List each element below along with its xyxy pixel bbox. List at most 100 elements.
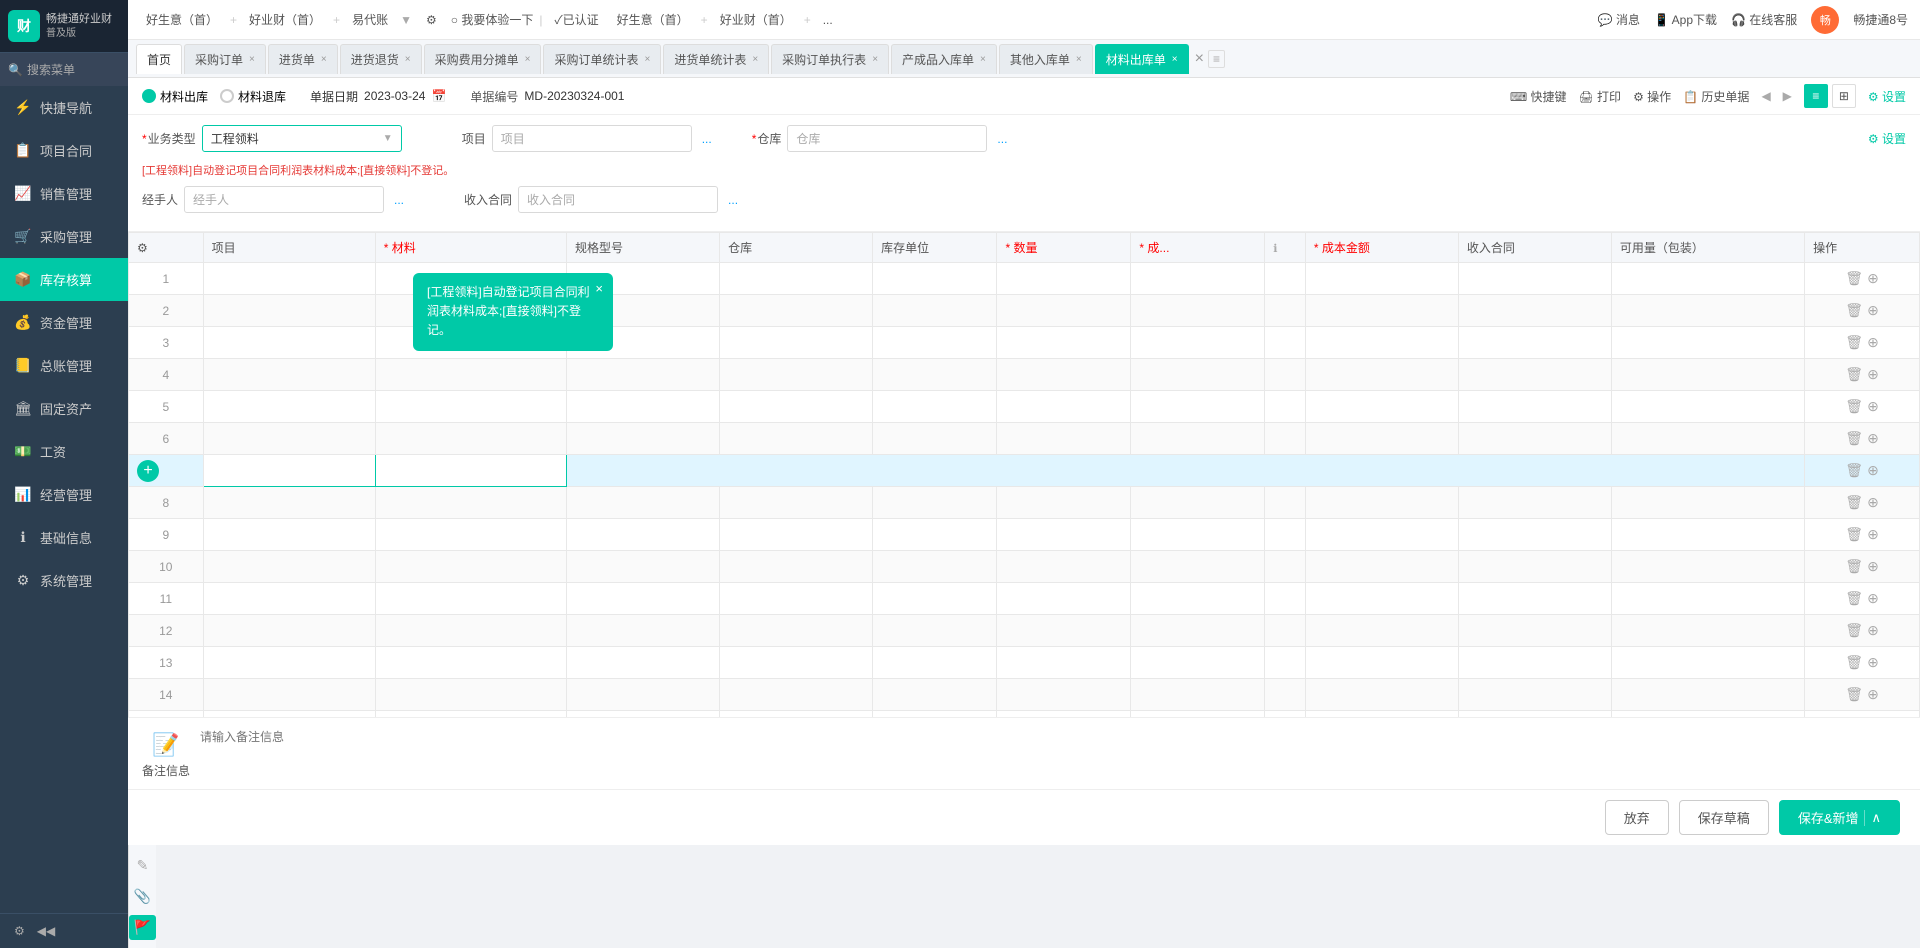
delete-row-btn[interactable]: 🗑 — [1845, 654, 1863, 671]
nav-hsy2[interactable]: 好生意（首） — [611, 9, 695, 30]
add-row-btn[interactable]: + — [137, 460, 159, 482]
tab-close-inbound[interactable]: × — [321, 54, 327, 65]
column-settings-btn[interactable]: ⚙ 设置 — [1868, 88, 1906, 105]
delete-row-btn[interactable]: 🗑 — [1845, 270, 1863, 287]
copy-row-btn[interactable]: ⊕ — [1867, 270, 1879, 287]
sidebar-item-finance[interactable]: 💰 资金管理 — [0, 301, 128, 344]
tab-more-btn[interactable]: ≡ — [1208, 50, 1225, 68]
tab-close-purchase-expense[interactable]: × — [525, 54, 531, 65]
edit-panel-icon[interactable]: ✎ — [133, 853, 153, 878]
copy-row-btn[interactable]: ⊕ — [1867, 590, 1879, 607]
copy-row-btn[interactable]: ⊕ — [1867, 334, 1879, 351]
delete-row-btn[interactable]: 🗑 — [1845, 366, 1863, 383]
copy-row-btn[interactable]: ⊕ — [1867, 526, 1879, 543]
income-contract-input[interactable]: 收入合同 — [518, 186, 718, 213]
sidebar-settings-icon[interactable]: ⚙ — [14, 924, 25, 938]
online-service-btn[interactable]: 🎧 在线客服 — [1731, 11, 1797, 28]
sidebar-item-ops[interactable]: 📊 经营管理 — [0, 473, 128, 516]
warehouse-input[interactable]: 仓库 — [787, 125, 987, 152]
project-more-btn[interactable]: ... — [702, 132, 712, 146]
nav-dropdown-btn[interactable]: ▼ — [400, 13, 412, 27]
copy-row-btn[interactable]: ⊕ — [1867, 686, 1879, 703]
tab-purchase-exec[interactable]: 采购订单执行表 × — [771, 44, 889, 74]
col-header-settings[interactable]: ⚙ — [129, 233, 204, 263]
discard-button[interactable]: 放弃 — [1605, 800, 1669, 835]
user-avatar[interactable]: 畅 — [1811, 6, 1839, 34]
delete-row-btn[interactable]: 🗑 — [1845, 334, 1863, 351]
sidebar-item-ledger[interactable]: 📒 总账管理 — [0, 344, 128, 387]
row-unit[interactable] — [873, 263, 997, 295]
grid-view-btn[interactable]: ⊞ — [1832, 84, 1856, 108]
sidebar-collapse-btn[interactable]: ◀◀ — [37, 924, 55, 938]
copy-row-btn[interactable]: ⊕ — [1867, 398, 1879, 415]
copy-row-btn[interactable]: ⊕ — [1867, 462, 1879, 479]
copy-row-btn[interactable]: ⊕ — [1867, 366, 1879, 383]
tooltip-close-btn[interactable]: × — [595, 279, 603, 300]
radio-material-out[interactable]: 材料出库 — [142, 88, 208, 105]
delete-row-btn[interactable]: 🗑 — [1845, 526, 1863, 543]
business-type-input[interactable]: 工程领料 ▼ — [202, 125, 402, 152]
warehouse-more-btn[interactable]: ... — [997, 132, 1007, 146]
attach-panel-icon[interactable]: 📎 — [130, 884, 155, 909]
tab-finished-goods[interactable]: 产成品入库单 × — [891, 44, 997, 74]
tab-other-inbound[interactable]: 其他入库单 × — [999, 44, 1093, 74]
nav-ydz[interactable]: 易代账 — [346, 9, 394, 30]
delete-row-btn[interactable]: 🗑 — [1845, 398, 1863, 415]
copy-row-btn[interactable]: ⊕ — [1867, 622, 1879, 639]
tab-inbound[interactable]: 进货单 × — [268, 44, 338, 74]
delete-row-btn[interactable]: 🗑 — [1845, 686, 1863, 703]
copy-row-btn[interactable]: ⊕ — [1867, 494, 1879, 511]
delete-row-btn[interactable]: 🗑 — [1845, 462, 1863, 479]
settings-btn[interactable]: ⚙ — [426, 13, 437, 27]
notes-input[interactable] — [200, 728, 1906, 768]
save-new-button[interactable]: 保存&新增 ∧ — [1779, 800, 1900, 835]
sidebar-item-purchase[interactable]: 🛒 采购管理 — [0, 215, 128, 258]
nav-hsy[interactable]: 好生意（首） — [140, 9, 224, 30]
delete-row-btn[interactable]: 🗑 — [1845, 302, 1863, 319]
col-header-info[interactable]: ℹ — [1265, 233, 1306, 263]
tab-material-outbound[interactable]: 材料出库单 × — [1095, 44, 1189, 74]
sidebar-item-quick-nav[interactable]: ⚡ 快捷导航 — [0, 86, 128, 129]
row-available[interactable] — [1611, 263, 1804, 295]
serial-value[interactable]: MD-20230324-001 — [524, 89, 624, 103]
search-menu[interactable]: 🔍 搜索菜单 — [0, 53, 128, 86]
list-view-btn[interactable]: ≡ — [1804, 84, 1828, 108]
delete-row-btn[interactable]: 🗑 — [1845, 590, 1863, 607]
active-row-material[interactable] — [375, 455, 566, 487]
active-row-project[interactable] — [203, 455, 375, 487]
tab-purchase-stat[interactable]: 采购订单统计表 × — [543, 44, 661, 74]
income-contract-more-btn[interactable]: ... — [728, 193, 738, 207]
tab-close-material-outbound[interactable]: × — [1172, 54, 1178, 65]
message-btn[interactable]: 💬 消息 — [1598, 11, 1640, 28]
sidebar-item-sales[interactable]: 📈 销售管理 — [0, 172, 128, 215]
delete-row-btn[interactable]: 🗑 — [1845, 494, 1863, 511]
row-cost[interactable] — [1131, 263, 1265, 295]
row-qty[interactable] — [997, 263, 1131, 295]
copy-row-btn[interactable]: ⊕ — [1867, 558, 1879, 575]
sidebar-item-basic[interactable]: ℹ 基础信息 — [0, 516, 128, 559]
tab-close-inbound-return[interactable]: × — [405, 54, 411, 65]
nav-more[interactable]: ... — [817, 11, 839, 29]
next-record-btn[interactable]: ▶ — [1783, 89, 1792, 103]
sidebar-item-payroll[interactable]: 💵 工资 — [0, 430, 128, 473]
copy-row-btn[interactable]: ⊕ — [1867, 430, 1879, 447]
save-draft-button[interactable]: 保存草稿 — [1679, 800, 1769, 835]
row-contract[interactable] — [1458, 263, 1611, 295]
flag-panel-icon[interactable]: 🚩 — [129, 915, 156, 940]
nav-hyc2[interactable]: 好业财（首） — [714, 9, 798, 30]
sidebar-item-inventory[interactable]: 📦 库存核算 — [0, 258, 128, 301]
sidebar-item-project[interactable]: 📋 项目合同 — [0, 129, 128, 172]
user-name[interactable]: 畅捷通8号 — [1853, 11, 1908, 28]
prev-record-btn[interactable]: ◀ — [1761, 89, 1770, 103]
delete-row-btn[interactable]: 🗑 — [1845, 622, 1863, 639]
copy-row-btn[interactable]: ⊕ — [1867, 302, 1879, 319]
nav-hyc[interactable]: 好业财（首） — [243, 9, 327, 30]
row-project[interactable] — [203, 263, 375, 295]
project-input[interactable]: 项目 — [492, 125, 692, 152]
calendar-icon[interactable]: 📅 — [431, 89, 446, 103]
try-btn[interactable]: ○ 我要体验一下 — [451, 11, 534, 28]
settings-col-btn[interactable]: ⚙ 设置 — [1868, 130, 1906, 147]
agent-input[interactable]: 经手人 — [184, 186, 384, 213]
tab-close-purchase-exec[interactable]: × — [872, 54, 878, 65]
tab-inbound-return[interactable]: 进货退货 × — [340, 44, 422, 74]
